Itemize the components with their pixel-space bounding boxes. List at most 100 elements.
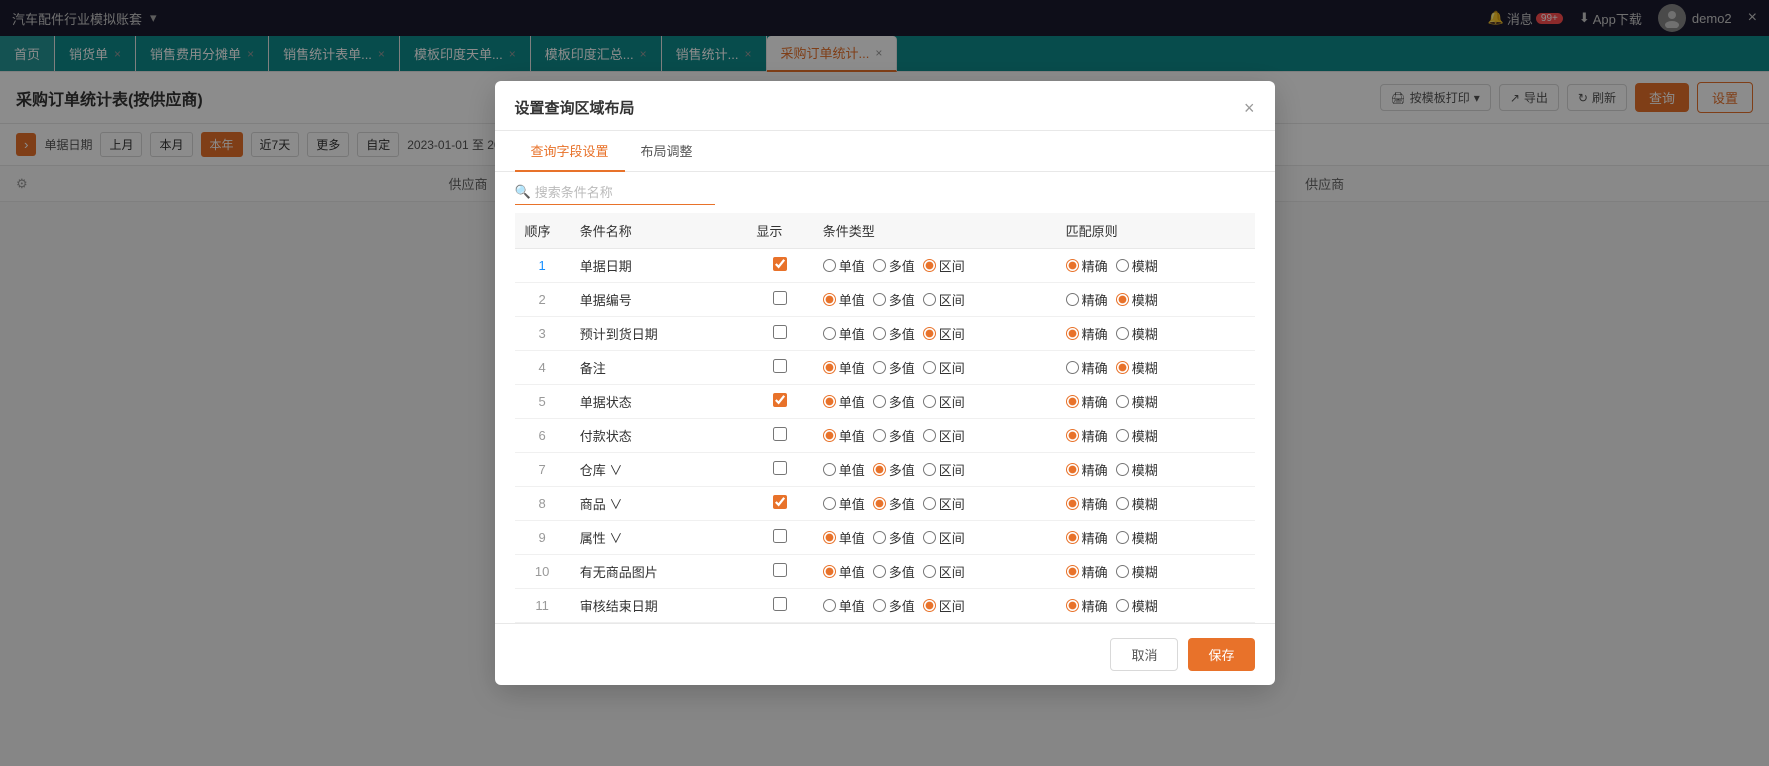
type-radio-多值-8[interactable]: 多值 — [873, 528, 915, 547]
save-button[interactable]: 保存 — [1188, 638, 1254, 671]
th-name: 条件名称 — [570, 213, 747, 249]
type-radio-单值-10[interactable]: 单值 — [823, 596, 865, 615]
match-radio-精确-7[interactable]: 精确 — [1066, 494, 1108, 513]
row-type-6: 单值多值区间 — [813, 453, 1056, 487]
row-show-9[interactable] — [746, 555, 812, 589]
type-radio-区间-1[interactable]: 区间 — [923, 290, 965, 309]
show-checkbox-5[interactable] — [773, 427, 787, 441]
type-radio-单值-4[interactable]: 单值 — [823, 392, 865, 411]
show-checkbox-7[interactable] — [773, 495, 787, 509]
row-name-2: 预计到货日期 — [570, 317, 747, 351]
match-radio-精确-3[interactable]: 精确 — [1066, 358, 1108, 377]
type-radio-单值-8[interactable]: 单值 — [823, 528, 865, 547]
type-radio-单值-2[interactable]: 单值 — [823, 324, 865, 343]
match-radio-精确-2[interactable]: 精确 — [1066, 324, 1108, 343]
modal-search: 🔍 — [495, 172, 1275, 213]
row-show-6[interactable] — [746, 453, 812, 487]
match-radio-模糊-0[interactable]: 模糊 — [1116, 256, 1158, 275]
type-radio-单值-6[interactable]: 单值 — [823, 460, 865, 479]
modal-tab-layout[interactable]: 布局调整 — [625, 131, 709, 172]
match-radio-精确-4[interactable]: 精确 — [1066, 392, 1108, 411]
match-radio-精确-0[interactable]: 精确 — [1066, 256, 1108, 275]
row-show-1[interactable] — [746, 283, 812, 317]
match-radio-模糊-6[interactable]: 模糊 — [1116, 460, 1158, 479]
row-show-3[interactable] — [746, 351, 812, 385]
type-radio-多值-7[interactable]: 多值 — [873, 494, 915, 513]
row-show-7[interactable] — [746, 487, 812, 521]
show-checkbox-3[interactable] — [773, 359, 787, 373]
show-checkbox-4[interactable] — [773, 393, 787, 407]
modal-close-btn[interactable]: × — [1244, 99, 1255, 117]
match-radio-精确-1[interactable]: 精确 — [1066, 290, 1108, 309]
type-radio-单值-9[interactable]: 单值 — [823, 562, 865, 581]
type-radio-区间-4[interactable]: 区间 — [923, 392, 965, 411]
show-checkbox-2[interactable] — [773, 325, 787, 339]
match-radio-模糊-1[interactable]: 模糊 — [1116, 290, 1158, 309]
show-checkbox-9[interactable] — [773, 563, 787, 577]
row-match-10: 精确模糊 — [1056, 589, 1255, 623]
type-radio-多值-5[interactable]: 多值 — [873, 426, 915, 445]
row-name-8: 属性 ∨ — [570, 521, 747, 555]
type-radio-多值-9[interactable]: 多值 — [873, 562, 915, 581]
row-name-5: 付款状态 — [570, 419, 747, 453]
modal-overlay: 设置查询区域布局 × 查询字段设置 布局调整 🔍 顺序 条件名称 显示 — [0, 0, 1769, 766]
modal-header: 设置查询区域布局 × — [495, 81, 1275, 131]
match-radio-精确-9[interactable]: 精确 — [1066, 562, 1108, 581]
match-radio-精确-10[interactable]: 精确 — [1066, 596, 1108, 615]
match-radio-模糊-7[interactable]: 模糊 — [1116, 494, 1158, 513]
type-radio-区间-6[interactable]: 区间 — [923, 460, 965, 479]
row-show-0[interactable] — [746, 249, 812, 283]
type-radio-区间-9[interactable]: 区间 — [923, 562, 965, 581]
match-radio-模糊-2[interactable]: 模糊 — [1116, 324, 1158, 343]
row-show-8[interactable] — [746, 521, 812, 555]
match-radio-模糊-3[interactable]: 模糊 — [1116, 358, 1158, 377]
type-radio-单值-0[interactable]: 单值 — [823, 256, 865, 275]
th-order: 顺序 — [515, 213, 570, 249]
match-radio-模糊-5[interactable]: 模糊 — [1116, 426, 1158, 445]
type-radio-单值-5[interactable]: 单值 — [823, 426, 865, 445]
type-radio-区间-2[interactable]: 区间 — [923, 324, 965, 343]
show-checkbox-0[interactable] — [773, 257, 787, 271]
show-checkbox-10[interactable] — [773, 597, 787, 611]
row-type-1: 单值多值区间 — [813, 283, 1056, 317]
match-radio-精确-8[interactable]: 精确 — [1066, 528, 1108, 547]
show-checkbox-6[interactable] — [773, 461, 787, 475]
type-radio-区间-0[interactable]: 区间 — [923, 256, 965, 275]
type-radio-多值-3[interactable]: 多值 — [873, 358, 915, 377]
type-radio-区间-7[interactable]: 区间 — [923, 494, 965, 513]
type-radio-区间-10[interactable]: 区间 — [923, 596, 965, 615]
type-radio-多值-4[interactable]: 多值 — [873, 392, 915, 411]
match-radio-模糊-8[interactable]: 模糊 — [1116, 528, 1158, 547]
row-show-4[interactable] — [746, 385, 812, 419]
match-radio-精确-5[interactable]: 精确 — [1066, 426, 1108, 445]
table-row: 4备注单值多值区间精确模糊 — [515, 351, 1255, 385]
row-order-3: 4 — [515, 351, 570, 385]
type-radio-多值-2[interactable]: 多值 — [873, 324, 915, 343]
type-radio-单值-1[interactable]: 单值 — [823, 290, 865, 309]
type-radio-区间-3[interactable]: 区间 — [923, 358, 965, 377]
table-row: 10有无商品图片单值多值区间精确模糊 — [515, 555, 1255, 589]
row-show-5[interactable] — [746, 419, 812, 453]
match-radio-模糊-9[interactable]: 模糊 — [1116, 562, 1158, 581]
type-radio-多值-0[interactable]: 多值 — [873, 256, 915, 275]
type-radio-单值-7[interactable]: 单值 — [823, 494, 865, 513]
type-radio-多值-10[interactable]: 多值 — [873, 596, 915, 615]
match-radio-模糊-4[interactable]: 模糊 — [1116, 392, 1158, 411]
type-radio-多值-1[interactable]: 多值 — [873, 290, 915, 309]
search-icon: 🔍 — [515, 184, 531, 200]
show-checkbox-1[interactable] — [773, 291, 787, 305]
type-radio-区间-8[interactable]: 区间 — [923, 528, 965, 547]
row-show-2[interactable] — [746, 317, 812, 351]
table-row: 8商品 ∨单值多值区间精确模糊 — [515, 487, 1255, 521]
show-checkbox-8[interactable] — [773, 529, 787, 543]
type-radio-单值-3[interactable]: 单值 — [823, 358, 865, 377]
modal-tabs: 查询字段设置 布局调整 — [495, 131, 1275, 172]
type-radio-多值-6[interactable]: 多值 — [873, 460, 915, 479]
modal-tab-fields[interactable]: 查询字段设置 — [515, 131, 625, 172]
type-radio-区间-5[interactable]: 区间 — [923, 426, 965, 445]
match-radio-精确-6[interactable]: 精确 — [1066, 460, 1108, 479]
row-show-10[interactable] — [746, 589, 812, 623]
search-input[interactable] — [535, 185, 715, 200]
cancel-button[interactable]: 取消 — [1110, 638, 1178, 671]
match-radio-模糊-10[interactable]: 模糊 — [1116, 596, 1158, 615]
